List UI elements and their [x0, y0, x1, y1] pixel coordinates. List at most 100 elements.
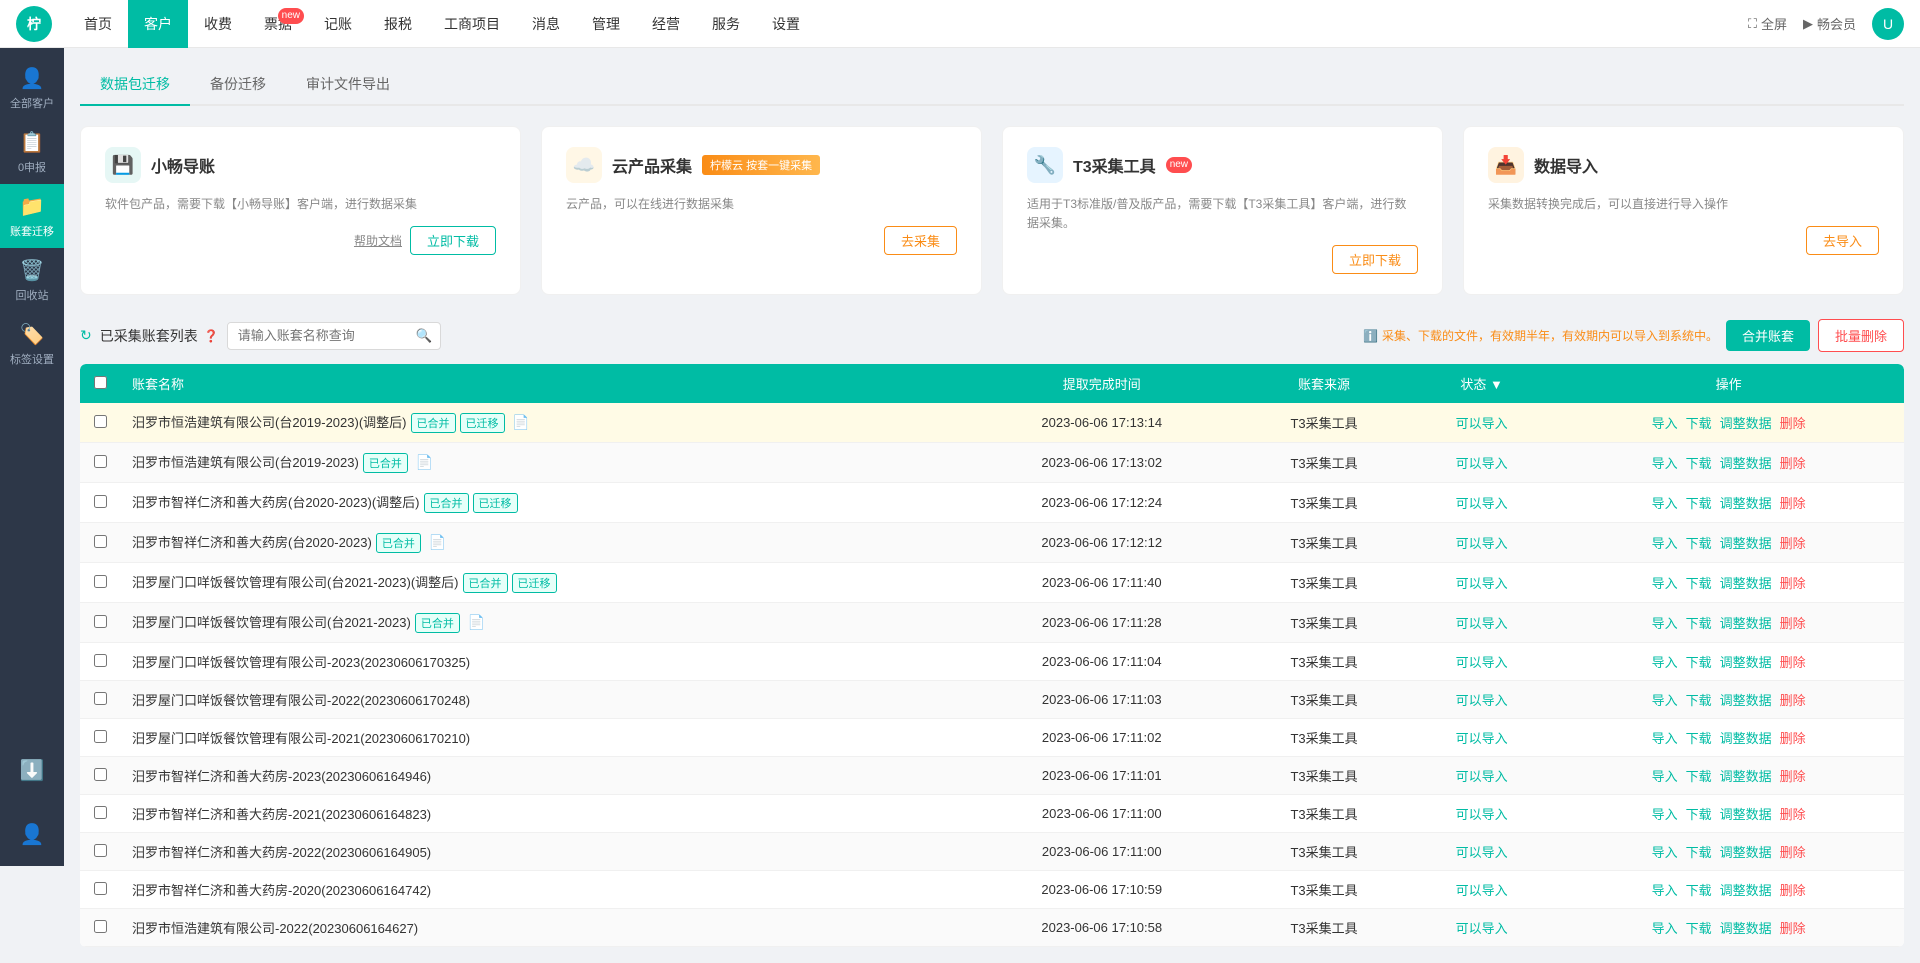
sidebar-download[interactable]: ⬇️ — [0, 738, 64, 802]
action-adjust-link[interactable]: 调整数据 — [1720, 616, 1772, 631]
nav-home[interactable]: 首页 — [68, 0, 128, 48]
file-icon[interactable]: 📄 — [425, 534, 446, 550]
import-go-button[interactable]: 去导入 — [1806, 226, 1879, 255]
action-adjust-link[interactable]: 调整数据 — [1720, 921, 1772, 936]
action-import-link[interactable]: 导入 — [1652, 536, 1678, 551]
action-delete-link[interactable]: 删除 — [1780, 807, 1806, 822]
action-download-link[interactable]: 下载 — [1686, 807, 1712, 822]
row-checkbox[interactable] — [94, 844, 107, 857]
sidebar-item-recycle[interactable]: 🗑️ 回收站 — [0, 248, 64, 312]
action-delete-link[interactable]: 删除 — [1780, 655, 1806, 670]
row-checkbox[interactable] — [94, 455, 107, 468]
xiaochang-download-button[interactable]: 立即下载 — [410, 226, 496, 255]
row-checkbox[interactable] — [94, 692, 107, 705]
action-import-link[interactable]: 导入 — [1652, 845, 1678, 860]
row-checkbox[interactable] — [94, 654, 107, 667]
action-import-link[interactable]: 导入 — [1652, 883, 1678, 898]
action-import-link[interactable]: 导入 — [1652, 731, 1678, 746]
t3-download-button[interactable]: 立即下载 — [1332, 245, 1418, 274]
app-logo[interactable]: 柠 — [16, 6, 52, 42]
action-import-link[interactable]: 导入 — [1652, 576, 1678, 591]
action-adjust-link[interactable]: 调整数据 — [1720, 416, 1772, 431]
search-input[interactable] — [228, 323, 408, 348]
file-icon[interactable]: 📄 — [464, 614, 485, 630]
action-delete-link[interactable]: 删除 — [1780, 456, 1806, 471]
action-delete-link[interactable]: 删除 — [1780, 496, 1806, 511]
nav-service[interactable]: 服务 — [696, 0, 756, 48]
action-download-link[interactable]: 下载 — [1686, 693, 1712, 708]
nav-settings[interactable]: 设置 — [756, 0, 816, 48]
action-delete-link[interactable]: 删除 — [1780, 616, 1806, 631]
refresh-icon[interactable]: ↻ — [80, 327, 92, 344]
action-adjust-link[interactable]: 调整数据 — [1720, 456, 1772, 471]
action-adjust-link[interactable]: 调整数据 — [1720, 731, 1772, 746]
action-download-link[interactable]: 下载 — [1686, 921, 1712, 936]
action-delete-link[interactable]: 删除 — [1780, 921, 1806, 936]
tab-audit-export[interactable]: 审计文件导出 — [286, 64, 410, 106]
vip-button[interactable]: ▶ 畅会员 — [1803, 14, 1856, 33]
action-delete-link[interactable]: 删除 — [1780, 883, 1806, 898]
action-adjust-link[interactable]: 调整数据 — [1720, 536, 1772, 551]
merge-accounts-button[interactable]: 合并账套 — [1726, 320, 1810, 351]
action-download-link[interactable]: 下载 — [1686, 655, 1712, 670]
action-import-link[interactable]: 导入 — [1652, 807, 1678, 822]
nav-fee[interactable]: 收费 — [188, 0, 248, 48]
sidebar-item-tags[interactable]: 🏷️ 标签设置 — [0, 312, 64, 376]
tab-data-migration[interactable]: 数据包迁移 — [80, 64, 190, 106]
action-delete-link[interactable]: 删除 — [1780, 693, 1806, 708]
action-delete-link[interactable]: 删除 — [1780, 769, 1806, 784]
xiaochang-help-link[interactable]: 帮助文档 — [354, 232, 402, 249]
row-checkbox[interactable] — [94, 920, 107, 933]
action-adjust-link[interactable]: 调整数据 — [1720, 807, 1772, 822]
nav-ticket[interactable]: 票据 new — [248, 0, 308, 48]
action-download-link[interactable]: 下载 — [1686, 845, 1712, 860]
help-icon[interactable]: ❓ — [204, 329, 219, 343]
action-adjust-link[interactable]: 调整数据 — [1720, 576, 1772, 591]
action-download-link[interactable]: 下载 — [1686, 496, 1712, 511]
action-import-link[interactable]: 导入 — [1652, 921, 1678, 936]
nav-tax[interactable]: 报税 — [368, 0, 428, 48]
action-download-link[interactable]: 下载 — [1686, 536, 1712, 551]
action-download-link[interactable]: 下载 — [1686, 416, 1712, 431]
action-delete-link[interactable]: 删除 — [1780, 845, 1806, 860]
row-checkbox[interactable] — [94, 575, 107, 588]
row-checkbox[interactable] — [94, 535, 107, 548]
row-checkbox[interactable] — [94, 495, 107, 508]
action-import-link[interactable]: 导入 — [1652, 769, 1678, 784]
action-import-link[interactable]: 导入 — [1652, 456, 1678, 471]
action-import-link[interactable]: 导入 — [1652, 616, 1678, 631]
sidebar-user[interactable]: 👤 — [0, 802, 64, 866]
action-download-link[interactable]: 下载 — [1686, 456, 1712, 471]
action-import-link[interactable]: 导入 — [1652, 655, 1678, 670]
row-checkbox[interactable] — [94, 415, 107, 428]
action-download-link[interactable]: 下载 — [1686, 883, 1712, 898]
action-adjust-link[interactable]: 调整数据 — [1720, 693, 1772, 708]
nav-message[interactable]: 消息 — [516, 0, 576, 48]
nav-client[interactable]: 客户 — [128, 0, 188, 48]
user-avatar[interactable]: U — [1872, 8, 1904, 40]
action-download-link[interactable]: 下载 — [1686, 731, 1712, 746]
nav-bookkeeping[interactable]: 记账 — [308, 0, 368, 48]
action-import-link[interactable]: 导入 — [1652, 416, 1678, 431]
action-adjust-link[interactable]: 调整数据 — [1720, 769, 1772, 784]
action-download-link[interactable]: 下载 — [1686, 616, 1712, 631]
search-button[interactable]: 🔍 — [408, 323, 441, 349]
action-download-link[interactable]: 下载 — [1686, 576, 1712, 591]
tab-backup-migration[interactable]: 备份迁移 — [190, 64, 286, 106]
row-checkbox[interactable] — [94, 730, 107, 743]
row-checkbox[interactable] — [94, 806, 107, 819]
action-download-link[interactable]: 下载 — [1686, 769, 1712, 784]
action-adjust-link[interactable]: 调整数据 — [1720, 845, 1772, 860]
fullscreen-button[interactable]: ⛶ 全屏 — [1748, 14, 1787, 33]
sidebar-item-declaration[interactable]: 📋 0申报 — [0, 120, 64, 184]
file-icon[interactable]: 📄 — [412, 454, 433, 470]
action-import-link[interactable]: 导入 — [1652, 693, 1678, 708]
nav-business[interactable]: 工商项目 — [428, 0, 516, 48]
nav-manage[interactable]: 管理 — [576, 0, 636, 48]
row-checkbox[interactable] — [94, 882, 107, 895]
row-checkbox[interactable] — [94, 615, 107, 628]
action-delete-link[interactable]: 删除 — [1780, 576, 1806, 591]
action-delete-link[interactable]: 删除 — [1780, 416, 1806, 431]
action-import-link[interactable]: 导入 — [1652, 496, 1678, 511]
file-icon[interactable]: 📄 — [509, 414, 530, 430]
